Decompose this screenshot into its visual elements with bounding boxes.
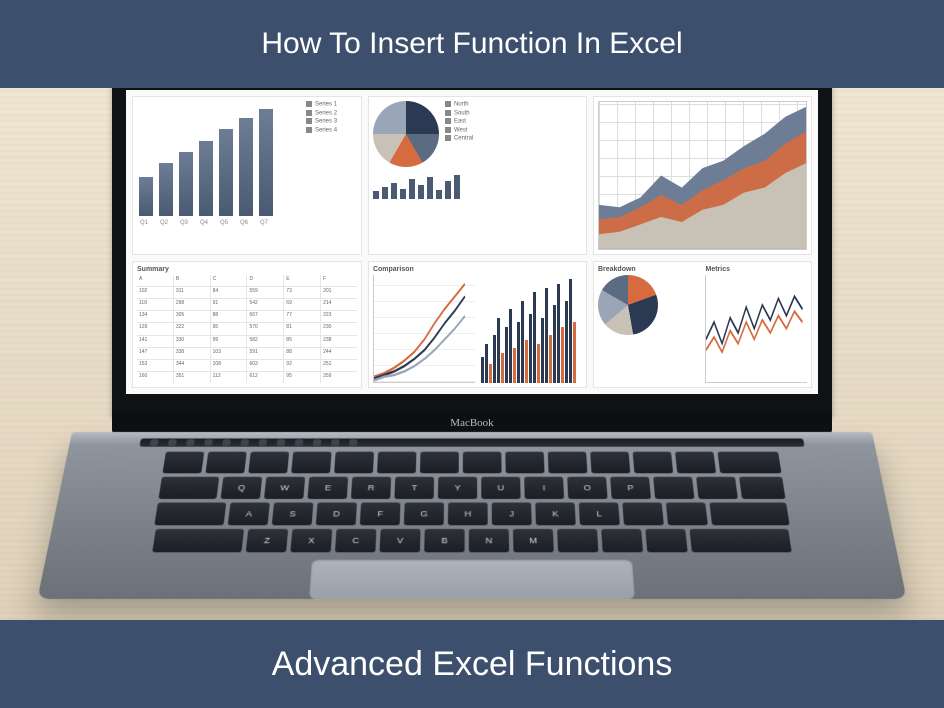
bar-axis-labels: Q1 Q2 Q3 Q4 Q5 Q6 Q7 [137,220,300,226]
top-banner: How To Insert Function In Excel [0,0,944,88]
laptop-trackpad [309,560,635,599]
spreadsheet-grid: ABCDEF 1023118455973201 1182989154269214… [137,275,357,383]
small-line-chart [705,275,807,383]
panel-title: Summary [137,266,357,273]
mini-bar-chart [373,173,582,199]
panel-area-chart [593,96,812,255]
panel-bar-chart: Q1 Q2 Q3 Q4 Q5 Q6 Q7 Series 1 Serie [132,96,362,255]
laptop-illustration: Q1 Q2 Q3 Q4 Q5 Q6 Q7 Series 1 Serie [82,88,862,620]
dashboard-screen: Q1 Q2 Q3 Q4 Q5 Q6 Q7 Series 1 Serie [126,90,818,394]
laptop-keyboard: QW ERT YUI OP AS DFG HJK L ZX CVB NM [121,452,822,553]
bottom-banner: Advanced Excel Functions [0,620,944,708]
panel-breakdown: Breakdown Metrics [593,261,812,388]
growth-lines [373,275,475,383]
top-banner-title: How To Insert Function In Excel [261,27,682,61]
panel-spreadsheet: Summary ABCDEF 1023118455973201 11829891… [132,261,362,388]
bar-legend: Series 1 Series 2 Series 3 Series 4 [306,101,357,250]
laptop-base: QW ERT YUI OP AS DFG HJK L ZX CVB NM [37,432,906,599]
bar-chart [137,101,300,220]
laptop-brand-text: MacBook [450,417,493,429]
dense-bars [481,275,582,383]
panel-line-chart: Comparison [368,261,587,388]
panel-title: Comparison [373,266,582,273]
pie-chart-icon [373,101,439,167]
hero-image-area: Q1 Q2 Q3 Q4 Q5 Q6 Q7 Series 1 Serie [0,88,944,620]
pie-legend: North South East West Central [445,101,473,142]
area-chart [598,101,807,250]
bottom-banner-title: Advanced Excel Functions [272,645,673,684]
pie-chart-2-icon [598,275,658,335]
laptop-brand-strip: MacBook [112,412,832,434]
laptop-screen-frame: Q1 Q2 Q3 Q4 Q5 Q6 Q7 Series 1 Serie [112,88,832,416]
panel-title: Breakdown [598,266,700,273]
laptop-touchbar [139,438,804,447]
panel-title: Metrics [705,266,807,273]
panel-pie-chart: North South East West Central [368,96,587,255]
